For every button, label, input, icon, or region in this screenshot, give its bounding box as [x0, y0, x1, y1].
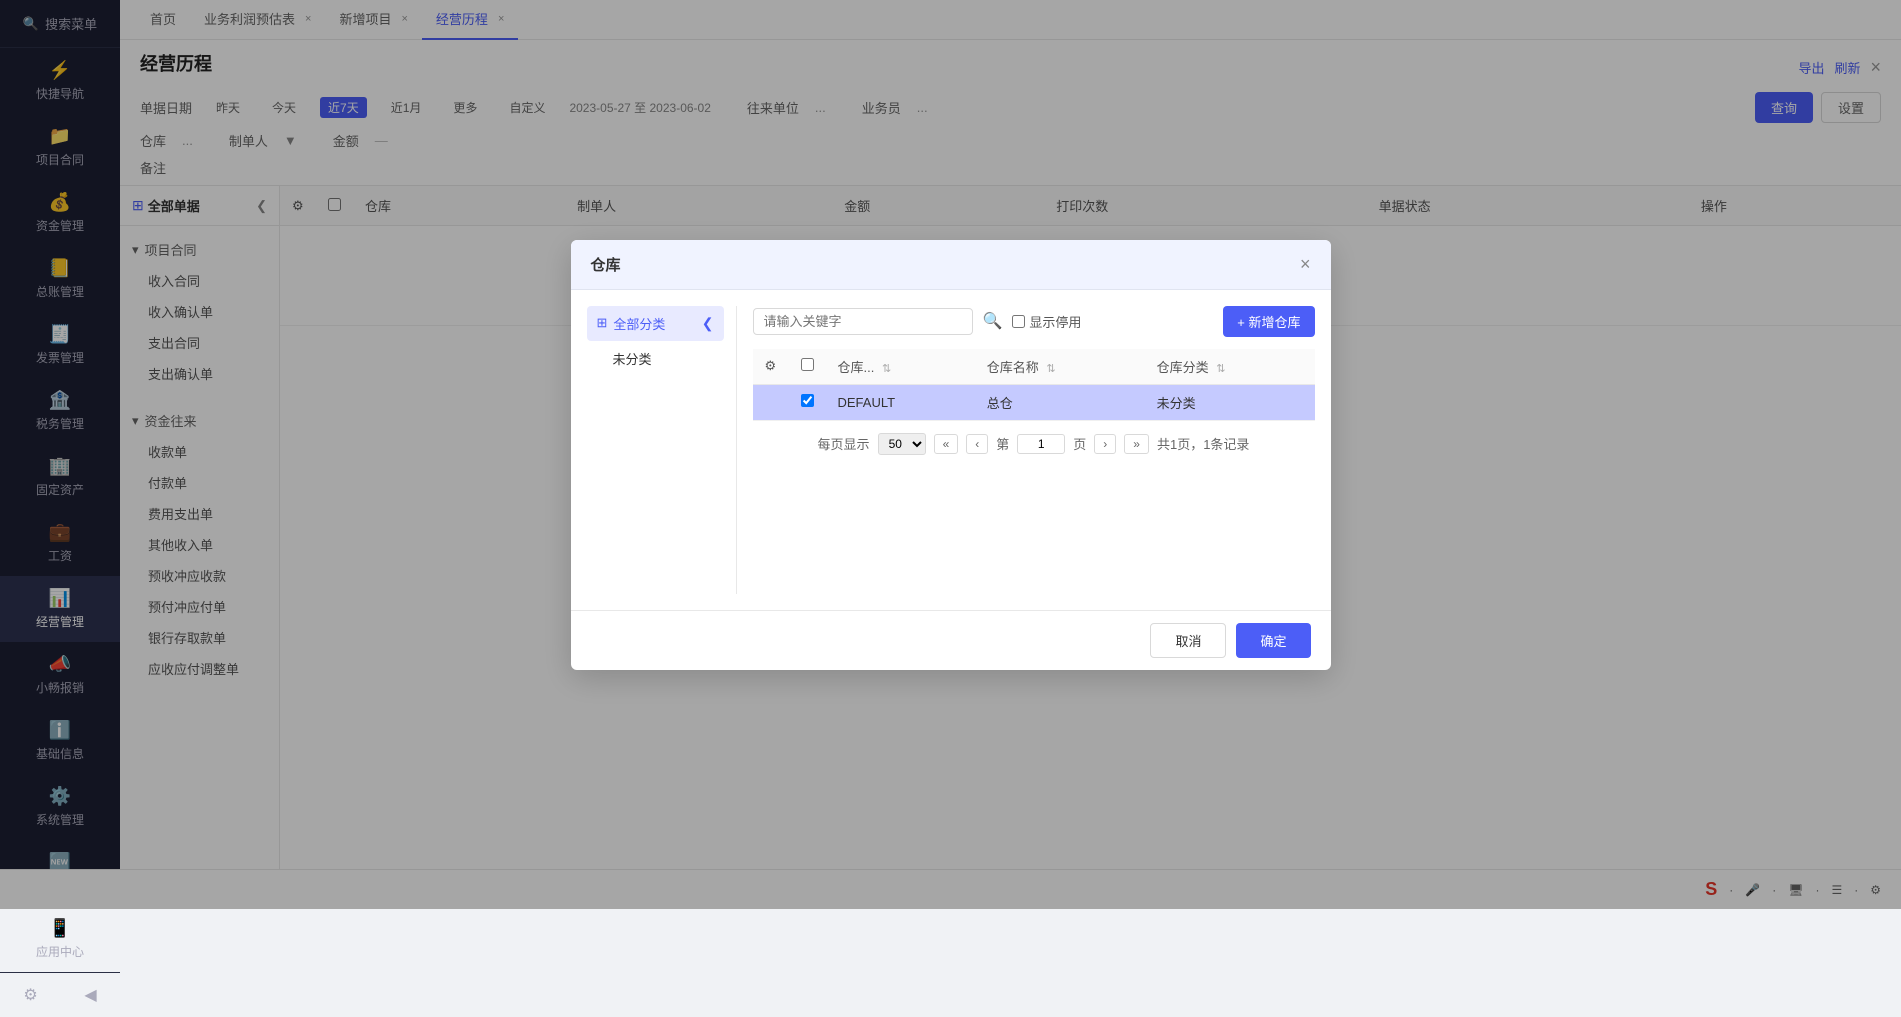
modal-page-label: 页 [1073, 434, 1086, 453]
modal-settings-icon[interactable]: ⚙ [765, 358, 777, 373]
collapse-sidebar-icon[interactable]: ◀ [84, 985, 96, 1005]
modal-header: 仓库 × [571, 240, 1331, 290]
add-warehouse-button[interactable]: + 新增仓库 [1223, 306, 1314, 337]
modal-table: ⚙ 仓库... ⇅ 仓库名称 ⇅ [753, 349, 1315, 421]
modal-col-code: 仓库... ⇅ [826, 349, 975, 385]
sidebar-item-label: 应用中心 [36, 943, 84, 960]
modal-cancel-button[interactable]: 取消 [1150, 623, 1226, 658]
modal-prev-page-btn[interactable]: ‹ [966, 434, 988, 454]
show-disabled-label[interactable]: 显示停用 [1012, 312, 1081, 331]
modal-select-all[interactable] [801, 358, 814, 371]
modal-page-word: 第 [996, 434, 1009, 453]
app-icon: 📱 [49, 918, 71, 939]
modal-page-input[interactable] [1017, 434, 1065, 454]
modal-row-category-cell: 未分类 [1145, 384, 1315, 420]
modal-footer: 取消 确定 [571, 610, 1331, 670]
modal-toolbar: 🔍 显示停用 + 新增仓库 [753, 306, 1315, 337]
modal-col-category: 仓库分类 ⇅ [1145, 349, 1315, 385]
modal-pagination: 每页显示 50 « ‹ 第 页 › » 共1页，1条记录 [753, 421, 1315, 455]
sort-code-icon[interactable]: ⇅ [882, 363, 891, 375]
modal-search-button[interactable]: 🔍 [983, 311, 1003, 331]
modal-overlay: 仓库 × ⊞ 全部分类 ❮ 未分类 🔍 [0, 0, 1901, 909]
modal-tree-all-label: 全部分类 [613, 314, 665, 333]
modal-row-checkbox-cell[interactable] [789, 384, 826, 420]
grid-modal-icon: ⊞ [597, 315, 608, 331]
settings-bottom-icon[interactable]: ⚙ [23, 985, 37, 1005]
modal-title: 仓库 [591, 254, 621, 275]
modal-page-size-label: 每页显示 [818, 434, 870, 453]
warehouse-modal: 仓库 × ⊞ 全部分类 ❮ 未分类 🔍 [571, 240, 1331, 670]
modal-tree-uncategorized-label: 未分类 [597, 349, 652, 368]
modal-col-name: 仓库名称 ⇅ [975, 349, 1145, 385]
show-disabled-checkbox[interactable] [1012, 315, 1025, 328]
modal-right-panel: 🔍 显示停用 + 新增仓库 ⚙ [737, 306, 1315, 594]
modal-row-code-cell: DEFAULT [826, 384, 975, 420]
modal-row-checkbox[interactable] [801, 394, 814, 407]
modal-total-label: 共1页，1条记录 [1157, 434, 1249, 453]
modal-page-size-select[interactable]: 50 [878, 433, 926, 455]
modal-tree-uncategorized[interactable]: 未分类 [587, 341, 724, 376]
modal-body: ⊞ 全部分类 ❮ 未分类 🔍 显示停用 + 新 [571, 290, 1331, 610]
modal-next-page-btn[interactable]: › [1094, 434, 1116, 454]
sort-category-icon[interactable]: ⇅ [1216, 363, 1225, 375]
modal-tree-all[interactable]: ⊞ 全部分类 ❮ [587, 306, 724, 341]
modal-tree-panel: ⊞ 全部分类 ❮ 未分类 [587, 306, 737, 594]
modal-table-row[interactable]: DEFAULT 总仓 未分类 [753, 384, 1315, 420]
modal-row-settings-cell [753, 384, 789, 420]
modal-confirm-button[interactable]: 确定 [1236, 623, 1310, 658]
sidebar-bottom: ⚙ ◀ [0, 972, 120, 1017]
sort-name-icon[interactable]: ⇅ [1046, 363, 1055, 375]
modal-row-name-cell: 总仓 [975, 384, 1145, 420]
modal-close-button[interactable]: × [1300, 254, 1311, 275]
modal-first-page-btn[interactable]: « [934, 434, 959, 454]
modal-search-input[interactable] [753, 308, 973, 335]
modal-col-checkbox[interactable] [789, 349, 826, 385]
modal-col-settings[interactable]: ⚙ [753, 349, 789, 385]
sidebar-item-app-center[interactable]: 📱 应用中心 [0, 906, 120, 972]
modal-tree-collapse-icon[interactable]: ❮ [702, 315, 714, 332]
modal-last-page-btn[interactable]: » [1124, 434, 1149, 454]
